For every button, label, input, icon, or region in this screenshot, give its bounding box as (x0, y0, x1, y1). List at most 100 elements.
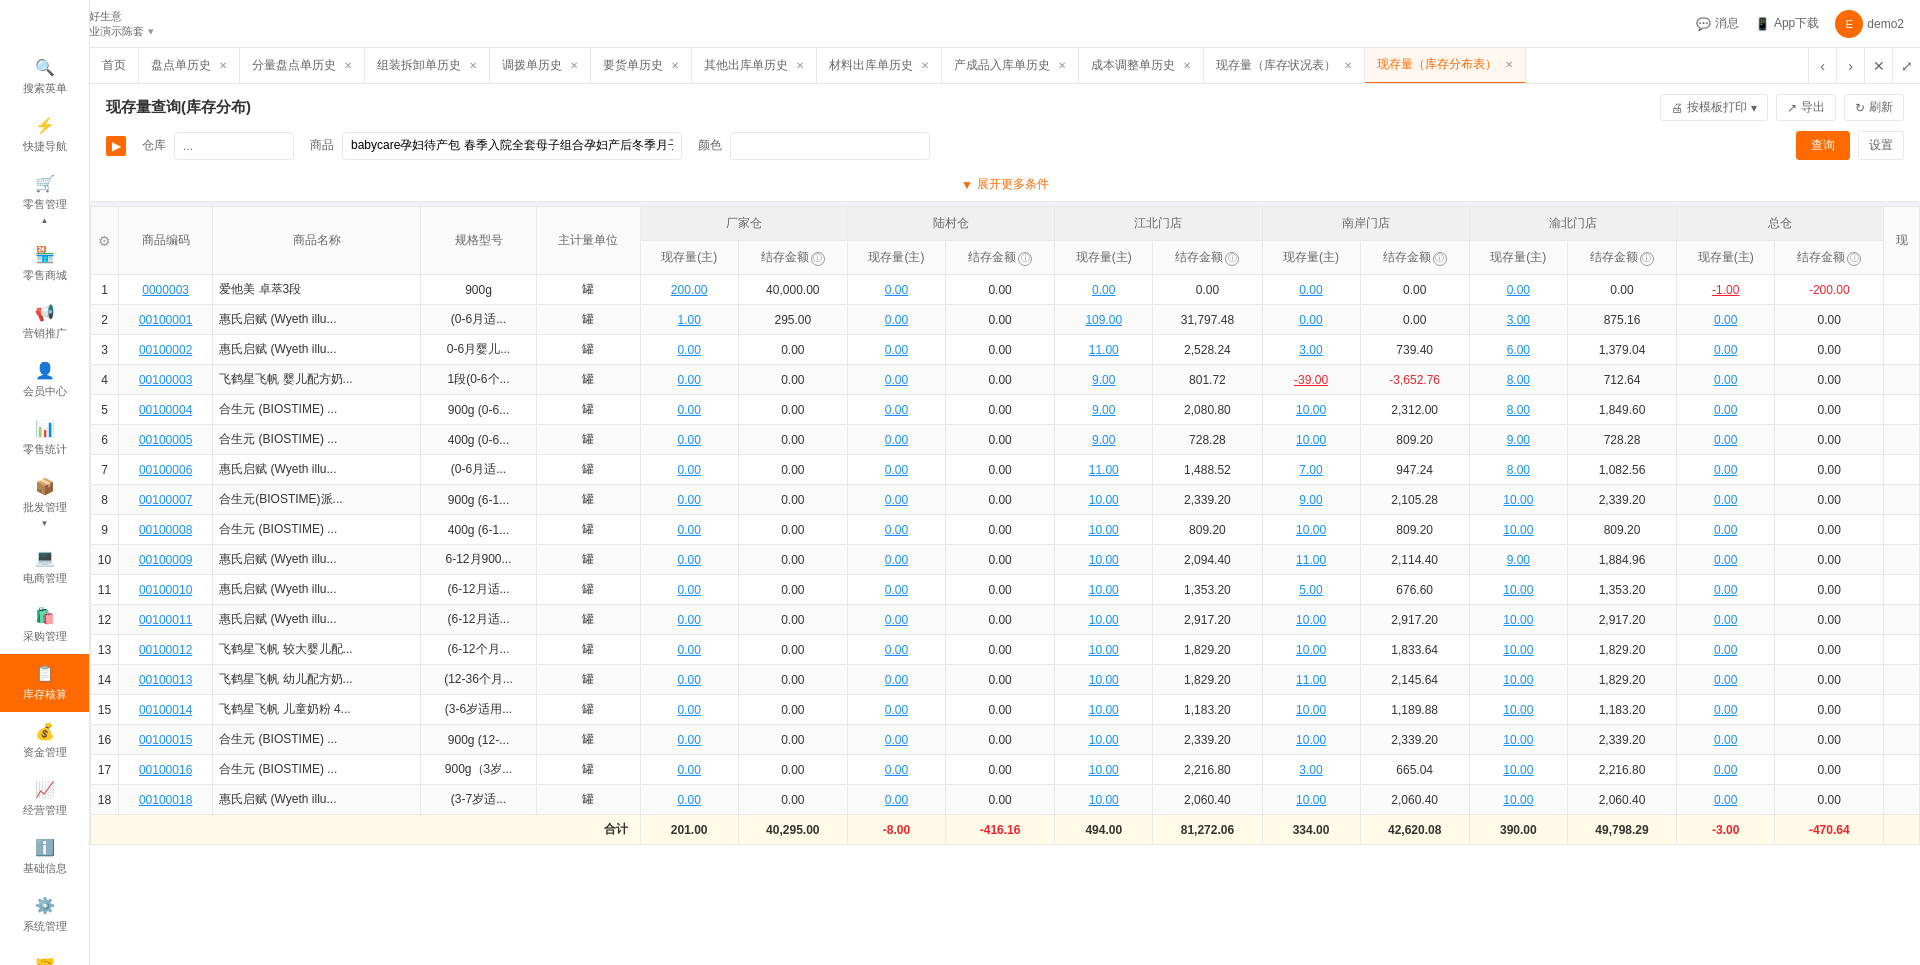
c4-amt-info-icon[interactable]: ⓘ (1433, 252, 1447, 266)
td-code[interactable]: 00100011 (119, 605, 213, 635)
td-c3-qty[interactable]: 10.00 (1055, 485, 1153, 515)
tab-close-stock-distribution[interactable]: ✕ (1505, 59, 1513, 70)
sidebar-item-inventory[interactable]: 📋 库存核算 (0, 654, 89, 712)
td-tot-qty[interactable]: 0.00 (1677, 605, 1775, 635)
td-c1-qty[interactable]: 0.00 (640, 755, 738, 785)
td-c4-qty[interactable]: 10.00 (1262, 695, 1360, 725)
td-c1-qty[interactable]: 0.00 (640, 545, 738, 575)
td-c5-qty[interactable]: 10.00 (1469, 485, 1567, 515)
td-c1-qty[interactable]: 0.00 (640, 395, 738, 425)
td-c5-qty[interactable]: 3.00 (1469, 305, 1567, 335)
td-c1-qty[interactable]: 200.00 (640, 275, 738, 305)
td-c1-qty[interactable]: 0.00 (640, 335, 738, 365)
dropdown-icon[interactable]: ▾ (148, 25, 154, 38)
c5-amt-info-icon[interactable]: ⓘ (1640, 252, 1654, 266)
expand-row-btn[interactable]: ▶ (106, 136, 126, 156)
tab-assemble[interactable]: 组装拆卸单历史 ✕ (365, 48, 490, 84)
td-code[interactable]: 00100012 (119, 635, 213, 665)
td-tot-qty[interactable]: 0.00 (1677, 395, 1775, 425)
td-c5-qty[interactable]: 8.00 (1469, 395, 1567, 425)
tab-close-product-in[interactable]: ✕ (1058, 60, 1066, 71)
td-tot-qty[interactable]: 0.00 (1677, 365, 1775, 395)
td-c2-qty[interactable]: 0.00 (847, 575, 945, 605)
td-c3-qty[interactable]: 9.00 (1055, 365, 1153, 395)
td-code[interactable]: 00100001 (119, 305, 213, 335)
td-c5-qty[interactable]: 9.00 (1469, 425, 1567, 455)
tab-close-sub-inventory[interactable]: ✕ (344, 60, 352, 71)
td-c5-qty[interactable]: 10.00 (1469, 635, 1567, 665)
td-code[interactable]: 00100009 (119, 545, 213, 575)
tab-close-all-btn[interactable]: ✕ (1864, 48, 1892, 84)
td-code[interactable]: 00100010 (119, 575, 213, 605)
tab-stock-distribution[interactable]: 现存量（库存分布表） ✕ (1365, 48, 1526, 84)
td-c2-qty[interactable]: 0.00 (847, 785, 945, 815)
td-c2-qty[interactable]: 0.00 (847, 485, 945, 515)
td-c3-qty[interactable]: 10.00 (1055, 545, 1153, 575)
refresh-btn[interactable]: ↻ 刷新 (1844, 94, 1904, 121)
td-tot-qty[interactable]: 0.00 (1677, 665, 1775, 695)
tab-home[interactable]: 首页 (90, 48, 139, 84)
td-tot-qty[interactable]: 0.00 (1677, 635, 1775, 665)
sidebar-item-operations[interactable]: 📈 经营管理 (0, 770, 89, 828)
tab-close-purchase-order[interactable]: ✕ (671, 60, 679, 71)
td-code[interactable]: 00100006 (119, 455, 213, 485)
td-c1-qty[interactable]: 0.00 (640, 575, 738, 605)
td-c4-qty[interactable]: 10.00 (1262, 395, 1360, 425)
td-tot-qty[interactable]: 0.00 (1677, 335, 1775, 365)
td-tot-qty[interactable]: 0.00 (1677, 485, 1775, 515)
tab-close-material-out[interactable]: ✕ (921, 60, 929, 71)
td-c2-qty[interactable]: 0.00 (847, 275, 945, 305)
td-code[interactable]: 00100013 (119, 665, 213, 695)
sidebar-item-system[interactable]: ⚙️ 系统管理 (0, 886, 89, 944)
td-c1-qty[interactable]: 0.00 (640, 515, 738, 545)
sidebar-item-search[interactable]: 🔍 搜索英单 (0, 48, 89, 106)
td-c2-qty[interactable]: 0.00 (847, 365, 945, 395)
tab-product-in[interactable]: 产成品入库单历史 ✕ (942, 48, 1079, 84)
td-tot-qty[interactable]: 0.00 (1677, 755, 1775, 785)
td-c4-qty[interactable]: 10.00 (1262, 515, 1360, 545)
sidebar-item-mall[interactable]: 🏪 零售商城 (0, 235, 89, 293)
td-c3-qty[interactable]: 10.00 (1055, 785, 1153, 815)
td-c3-qty[interactable]: 10.00 (1055, 575, 1153, 605)
td-c3-qty[interactable]: 10.00 (1055, 665, 1153, 695)
sidebar-item-collab[interactable]: 🤝 企业协同 (0, 944, 89, 965)
c3-amt-info-icon[interactable]: ⓘ (1225, 252, 1239, 266)
tot-amt-info-icon[interactable]: ⓘ (1847, 252, 1861, 266)
td-c2-qty[interactable]: 0.00 (847, 425, 945, 455)
td-code[interactable]: 0000003 (119, 275, 213, 305)
td-c3-qty[interactable]: 9.00 (1055, 425, 1153, 455)
td-code[interactable]: 00100005 (119, 425, 213, 455)
td-c4-qty[interactable]: 10.00 (1262, 725, 1360, 755)
td-c5-qty[interactable]: 10.00 (1469, 665, 1567, 695)
td-c4-qty[interactable]: 3.00 (1262, 755, 1360, 785)
td-code[interactable]: 00100015 (119, 725, 213, 755)
td-tot-qty[interactable]: 0.00 (1677, 695, 1775, 725)
td-c3-qty[interactable]: 10.00 (1055, 635, 1153, 665)
sidebar-item-retail-mgmt[interactable]: 🛒 零售管理 ▲ (0, 164, 89, 235)
data-table-container[interactable]: ⚙ 商品编码 商品名称 规格型号 主计量单位 厂家仓 陆村仓 江北门店 南岸门店… (90, 206, 1920, 965)
td-c3-qty[interactable]: 10.00 (1055, 755, 1153, 785)
sidebar-item-wholesale[interactable]: 📦 批发管理 ▼ (0, 467, 89, 538)
td-c1-qty[interactable]: 0.00 (640, 725, 738, 755)
sidebar-item-member[interactable]: 👤 会员中心 (0, 351, 89, 409)
td-c2-qty[interactable]: 0.00 (847, 395, 945, 425)
user-area[interactable]: E demo2 (1835, 10, 1904, 38)
tab-close-assemble[interactable]: ✕ (469, 60, 477, 71)
message-btn[interactable]: 💬 消息 (1696, 15, 1739, 32)
td-c2-qty[interactable]: 0.00 (847, 515, 945, 545)
tab-transfer[interactable]: 调拨单历史 ✕ (490, 48, 591, 84)
td-tot-qty[interactable]: 0.00 (1677, 575, 1775, 605)
td-c5-qty[interactable]: 8.00 (1469, 455, 1567, 485)
td-c4-qty[interactable]: 0.00 (1262, 275, 1360, 305)
td-c5-qty[interactable]: 6.00 (1469, 335, 1567, 365)
sidebar-item-finance[interactable]: 💰 资金管理 (0, 712, 89, 770)
td-code[interactable]: 00100008 (119, 515, 213, 545)
td-c3-qty[interactable]: 0.00 (1055, 275, 1153, 305)
td-c4-qty[interactable]: 11.00 (1262, 665, 1360, 695)
c1-amt-info-icon[interactable]: ⓘ (811, 252, 825, 266)
td-c5-qty[interactable]: 10.00 (1469, 695, 1567, 725)
td-c5-qty[interactable]: 9.00 (1469, 545, 1567, 575)
th-gear[interactable]: ⚙ (91, 207, 119, 275)
tab-inventory-check[interactable]: 盘点单历史 ✕ (139, 48, 240, 84)
expand-conditions-btn[interactable]: ▼ 展开更多条件 (961, 176, 1049, 193)
